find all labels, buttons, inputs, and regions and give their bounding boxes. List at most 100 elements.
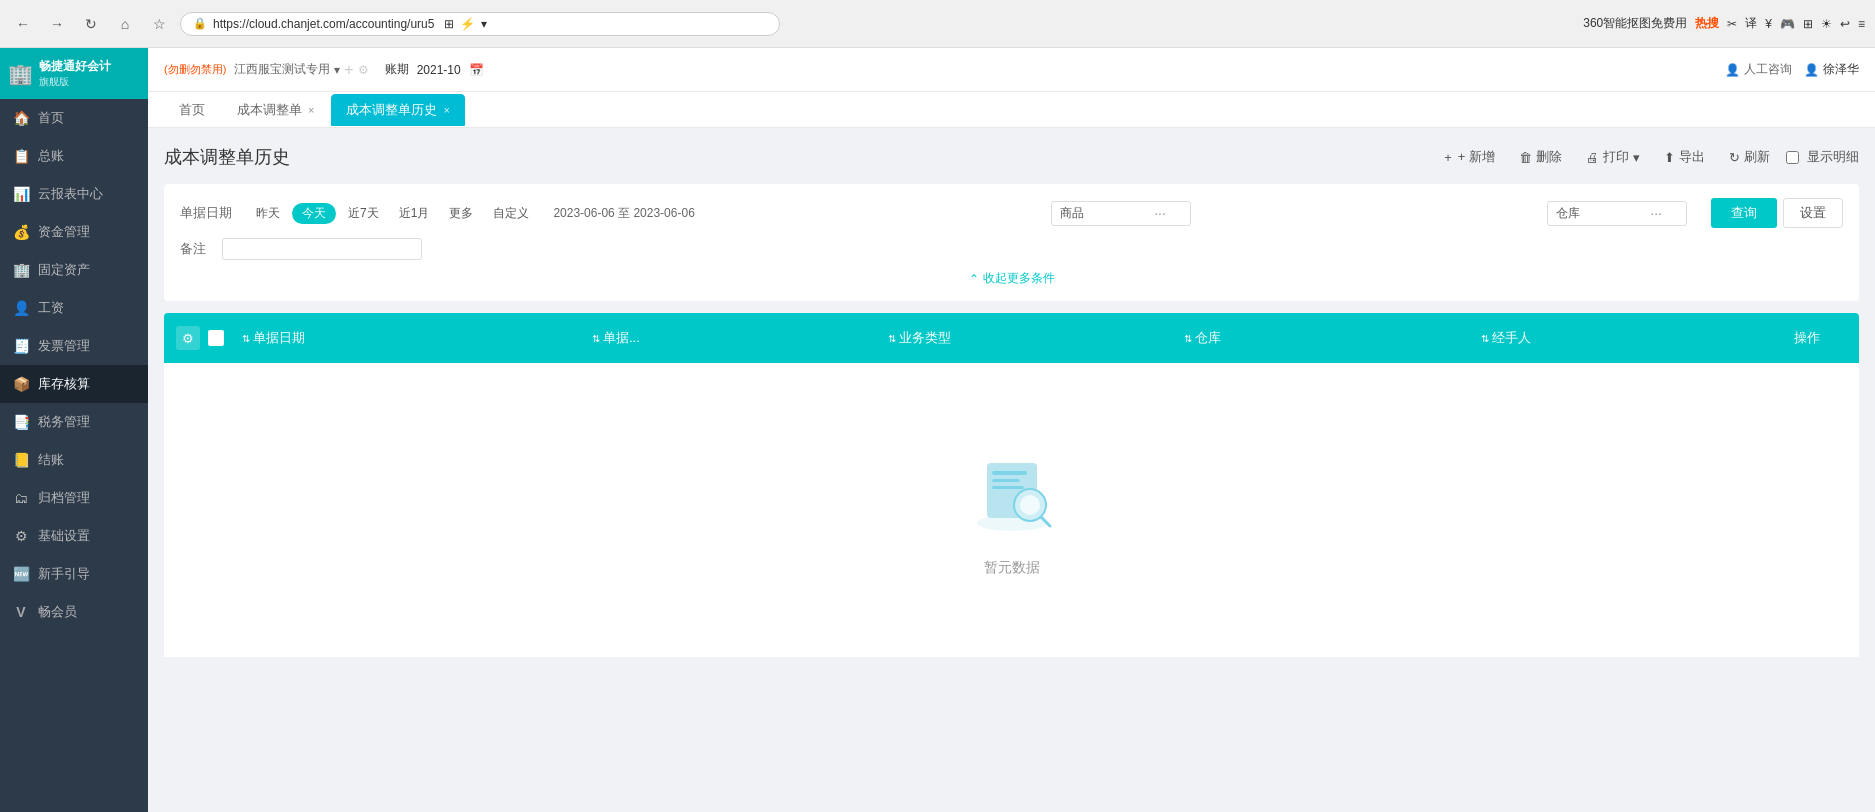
user-name: 徐泽华 [1823, 61, 1859, 78]
funds-icon: 💰 [12, 224, 30, 240]
translate-icon[interactable]: 译 [1745, 15, 1757, 32]
nav-label-reports: 云报表中心 [38, 185, 103, 203]
export-button[interactable]: ⬆ 导出 [1656, 144, 1713, 170]
date-btn-7days[interactable]: 近7天 [340, 203, 387, 224]
tab-home-label: 首页 [179, 101, 205, 119]
empty-icon [962, 443, 1062, 543]
sidebar-nav: 🏠 首页 📋 总账 📊 云报表中心 💰 资金管理 🏢 固定资产 👤 工资 [0, 99, 148, 812]
sidebar-item-inventory[interactable]: 📦 库存核算 [0, 365, 148, 403]
col-header-date[interactable]: ⇅ 单据日期 [232, 321, 574, 355]
scissors-icon[interactable]: ✂ [1727, 17, 1737, 31]
forward-button[interactable]: → [44, 11, 70, 37]
print-button[interactable]: 🖨 打印 ▾ [1578, 144, 1648, 170]
date-btn-1month[interactable]: 近1月 [391, 203, 438, 224]
col-header-no[interactable]: ⇅ 单据... [582, 321, 870, 355]
export-icon: ⬆ [1664, 150, 1675, 165]
sidebar-item-member[interactable]: V 畅会员 [0, 593, 148, 631]
calendar-icon: 📅 [469, 63, 484, 77]
note-filter-label: 备注 [180, 240, 206, 258]
menu-icon[interactable]: ≡ [1858, 17, 1865, 31]
sidebar-item-payroll[interactable]: 👤 工资 [0, 289, 148, 327]
wallet-icon[interactable]: ¥ [1765, 17, 1772, 31]
logo-text: 畅捷通好会计 [39, 58, 111, 75]
filter-row-date: 单据日期 昨天 今天 近7天 近1月 更多 自定义 2023-06-06 至 2… [180, 198, 1843, 228]
collapse-button[interactable]: ⌃ 收起更多条件 [969, 270, 1055, 287]
sidebar-item-close[interactable]: 📒 结账 [0, 441, 148, 479]
tab-cost-adjust-close[interactable]: × [308, 104, 314, 116]
sidebar-item-settings[interactable]: ⚙ 基础设置 [0, 517, 148, 555]
data-table-container: ⚙ ⇅ 单据日期 ⇅ 单据... ⇅ 业务类型 ⇅ [164, 313, 1859, 657]
print-dropdown-icon[interactable]: ▾ [1633, 150, 1640, 165]
col-header-warehouse[interactable]: ⇅ 仓库 [1174, 321, 1462, 355]
warehouse-dots-icon[interactable]: ··· [1650, 205, 1662, 221]
show-columns-checkbox[interactable] [1786, 151, 1799, 164]
service-button[interactable]: 👤 人工咨询 [1725, 61, 1792, 78]
refresh-button[interactable]: ↻ [78, 11, 104, 37]
brightness-icon[interactable]: ☀ [1821, 17, 1832, 31]
sidebar-logo: 🏢 畅捷通好会计 旗舰版 [0, 48, 148, 99]
plus-icon: + [1444, 150, 1452, 165]
dropdown-icon[interactable]: ▾ [481, 17, 487, 31]
address-bar[interactable]: 🔒 https://cloud.chanjet.com/accounting/u… [180, 12, 780, 36]
tab-cost-adjust-history-close[interactable]: × [443, 104, 449, 116]
date-btn-yesterday[interactable]: 昨天 [248, 203, 288, 224]
svg-rect-4 [992, 486, 1024, 489]
tax-icon: 📑 [12, 414, 30, 430]
undo-icon[interactable]: ↩ [1840, 17, 1850, 31]
star-button[interactable]: ☆ [146, 11, 172, 37]
new-button[interactable]: + + 新增 [1436, 144, 1503, 170]
main-sidebar: 🏢 畅捷通好会计 旗舰版 🏠 首页 📋 总账 📊 云报表中心 💰 资金管理 [0, 48, 148, 812]
nav-label-member: 畅会员 [38, 603, 77, 621]
search-label[interactable]: 360智能抠图免费用 [1583, 15, 1687, 32]
tab-cost-adjust[interactable]: 成本调整单 × [222, 94, 329, 126]
top-bar: (勿删勿禁用) 江西服宝测试专用 ▾ + ⚙ 账期 2021-10 📅 👤 人工… [148, 48, 1875, 92]
game-icon[interactable]: 🎮 [1780, 17, 1795, 31]
sidebar-item-archive[interactable]: 🗂 归档管理 [0, 479, 148, 517]
search-button[interactable]: 查询 [1711, 198, 1777, 228]
hot-search-label[interactable]: 热搜 [1695, 15, 1719, 32]
ledger-icon: 📋 [12, 148, 30, 164]
reports-icon: 📊 [12, 186, 30, 202]
collapse-chevron-icon: ⌃ [969, 272, 979, 286]
delete-icon: 🗑 [1519, 150, 1532, 165]
sidebar-item-guide[interactable]: 🆕 新手引导 [0, 555, 148, 593]
date-btn-today[interactable]: 今天 [292, 203, 336, 224]
company-warning: (勿删勿禁用) [164, 62, 226, 77]
show-columns-toggle[interactable]: 显示明细 [1786, 148, 1859, 166]
settings-button[interactable]: 设置 [1783, 198, 1843, 228]
sidebar-item-invoices[interactable]: 🧾 发票管理 [0, 327, 148, 365]
col-header-type[interactable]: ⇅ 业务类型 [878, 321, 1166, 355]
company-settings-icon[interactable]: ⚙ [358, 63, 369, 77]
add-company-icon[interactable]: + [344, 61, 353, 79]
sidebar-item-funds[interactable]: 💰 资金管理 [0, 213, 148, 251]
date-range-display: 2023-06-06 至 2023-06-06 [553, 205, 694, 222]
sidebar-item-reports[interactable]: 📊 云报表中心 [0, 175, 148, 213]
home-button[interactable]: ⌂ [112, 11, 138, 37]
refresh-button[interactable]: ↻ 刷新 [1721, 144, 1778, 170]
sort-up-icon: ⇅ [242, 333, 250, 344]
user-profile[interactable]: 👤 徐泽华 [1804, 61, 1859, 78]
sidebar-item-tax[interactable]: 📑 税务管理 [0, 403, 148, 441]
goods-dots-icon[interactable]: ··· [1154, 205, 1166, 221]
goods-filter[interactable]: 商品 ··· [1051, 201, 1191, 226]
back-button[interactable]: ← [10, 11, 36, 37]
grid-icon[interactable]: ⊞ [1803, 17, 1813, 31]
toolbar-select-all-checkbox[interactable] [208, 330, 224, 346]
delete-button[interactable]: 🗑 删除 [1511, 144, 1570, 170]
period-selector[interactable]: 账期 2021-10 📅 [385, 61, 484, 78]
date-btn-custom[interactable]: 自定义 [485, 203, 537, 224]
warehouse-filter[interactable]: 仓库 ··· [1547, 201, 1687, 226]
sidebar-item-ledger[interactable]: 📋 总账 [0, 137, 148, 175]
logo-sub: 旗舰版 [39, 75, 111, 89]
note-input[interactable] [222, 238, 422, 260]
toolbar-settings-icon[interactable]: ⚙ [176, 326, 200, 350]
sidebar-item-home[interactable]: 🏠 首页 [0, 99, 148, 137]
sidebar-item-assets[interactable]: 🏢 固定资产 [0, 251, 148, 289]
date-btn-more[interactable]: 更多 [441, 203, 481, 224]
guide-icon: 🆕 [12, 566, 30, 582]
company-selector[interactable]: (勿删勿禁用) 江西服宝测试专用 ▾ + ⚙ [164, 61, 369, 79]
member-icon: V [12, 604, 30, 620]
tab-cost-adjust-history[interactable]: 成本调整单历史 × [331, 94, 464, 126]
tab-home[interactable]: 首页 [164, 94, 220, 126]
col-header-operator[interactable]: ⇅ 经手人 [1471, 321, 1759, 355]
